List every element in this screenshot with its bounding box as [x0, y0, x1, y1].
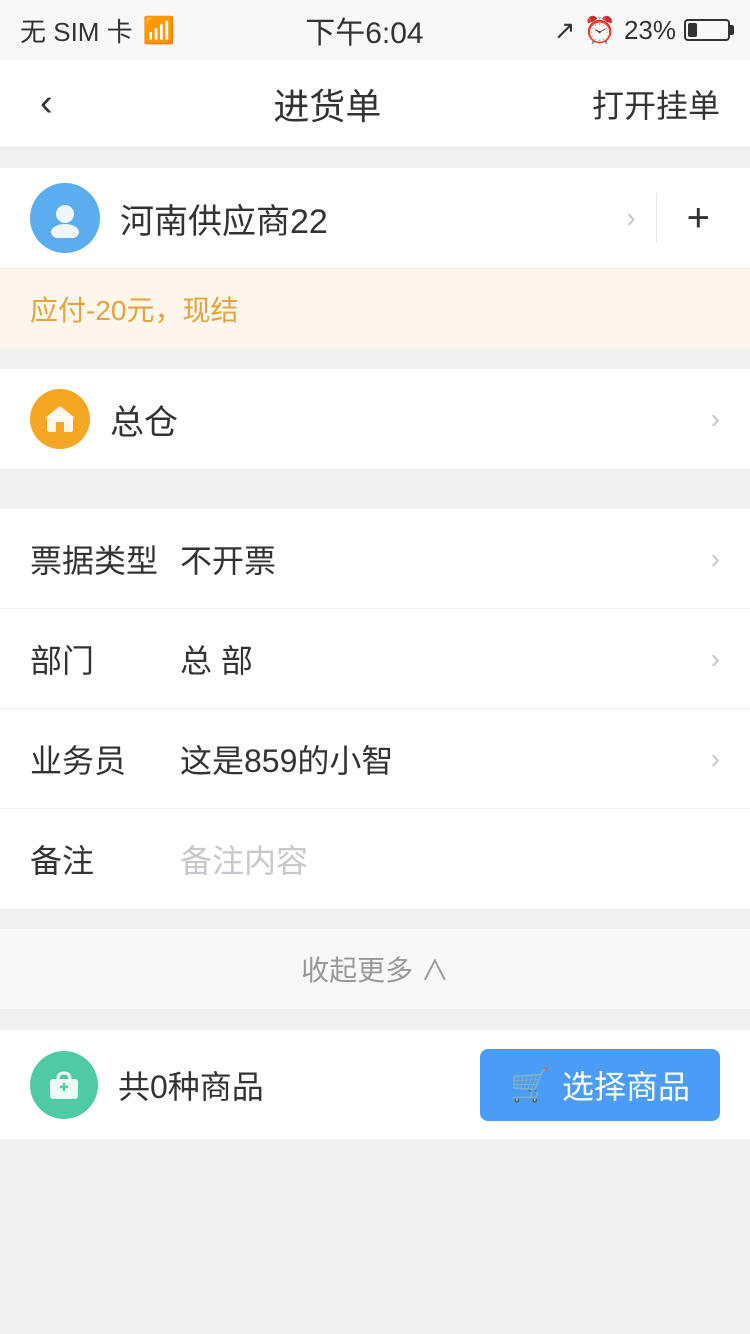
notice-text: 应付-20元，现结: [30, 295, 238, 326]
invoice-type-row[interactable]: 票据类型 不开票 ›: [0, 509, 750, 609]
alarm-icon: ⏰: [584, 15, 616, 46]
bottom-bar: 共0种商品 🛒 选择商品: [0, 1029, 750, 1139]
supplier-divider: [656, 193, 657, 243]
carrier-label: 无 SIM 卡: [20, 12, 133, 49]
collapse-label: 收起更多 ∧: [301, 949, 449, 989]
warehouse-name: 总仓: [110, 395, 711, 444]
section-divider-2: [0, 349, 750, 369]
product-count-label: 共0种商品: [118, 1062, 480, 1108]
product-icon: [30, 1051, 98, 1119]
battery-icon: [684, 19, 730, 41]
location-icon: ↗: [554, 15, 576, 46]
remarks-label: 备注: [30, 836, 160, 882]
nav-bar: ‹ 进货单 打开挂单: [0, 60, 750, 148]
page-title: 进货单: [273, 78, 381, 130]
collapse-row[interactable]: 收起更多 ∧: [0, 929, 750, 1009]
department-label: 部门: [30, 636, 160, 682]
supplier-name: 河南供应商22: [120, 194, 626, 243]
status-time: 下午6:04: [305, 8, 423, 52]
invoice-type-value: 不开票: [160, 536, 711, 582]
select-btn-label: 选择商品: [562, 1062, 690, 1108]
section-divider-1: [0, 148, 750, 168]
notice-banner: 应付-20元，现结: [0, 268, 750, 349]
wifi-icon: 📶: [143, 15, 175, 46]
select-btn-icon: 🛒: [510, 1066, 550, 1104]
supplier-arrow-icon: ›: [626, 202, 635, 234]
salesperson-row[interactable]: 业务员 这是859的小智 ›: [0, 709, 750, 809]
salesperson-label: 业务员: [30, 736, 160, 782]
supplier-avatar: [30, 183, 100, 253]
department-value: 总 部: [160, 636, 711, 682]
back-button[interactable]: ‹: [30, 72, 63, 135]
form-section: 票据类型 不开票 › 部门 总 部 › 业务员 这是859的小智 › 备注 备注…: [0, 509, 750, 909]
warehouse-arrow-icon: ›: [711, 403, 720, 435]
remarks-placeholder: 备注内容: [160, 836, 720, 882]
supplier-section: 河南供应商22 › + 应付-20元，现结: [0, 168, 750, 349]
open-pending-button[interactable]: 打开挂单: [592, 81, 720, 127]
status-right: ↗ ⏰ 23%: [554, 15, 730, 46]
status-bar: 无 SIM 卡 📶 下午6:04 ↗ ⏰ 23%: [0, 0, 750, 60]
salesperson-value: 这是859的小智: [160, 736, 711, 782]
supplier-add-button[interactable]: +: [677, 186, 720, 251]
invoice-type-arrow-icon: ›: [711, 543, 720, 575]
supplier-row[interactable]: 河南供应商22 › +: [0, 168, 750, 268]
remarks-row[interactable]: 备注 备注内容: [0, 809, 750, 909]
select-product-button[interactable]: 🛒 选择商品: [480, 1049, 720, 1121]
department-arrow-icon: ›: [711, 643, 720, 675]
battery-percent: 23%: [624, 15, 676, 46]
section-divider-3: [0, 469, 750, 489]
department-row[interactable]: 部门 总 部 ›: [0, 609, 750, 709]
invoice-type-label: 票据类型: [30, 536, 160, 582]
salesperson-arrow-icon: ›: [711, 743, 720, 775]
warehouse-row[interactable]: 总仓 ›: [0, 369, 750, 469]
warehouse-icon: [30, 389, 90, 449]
status-left: 无 SIM 卡 📶: [20, 12, 175, 49]
